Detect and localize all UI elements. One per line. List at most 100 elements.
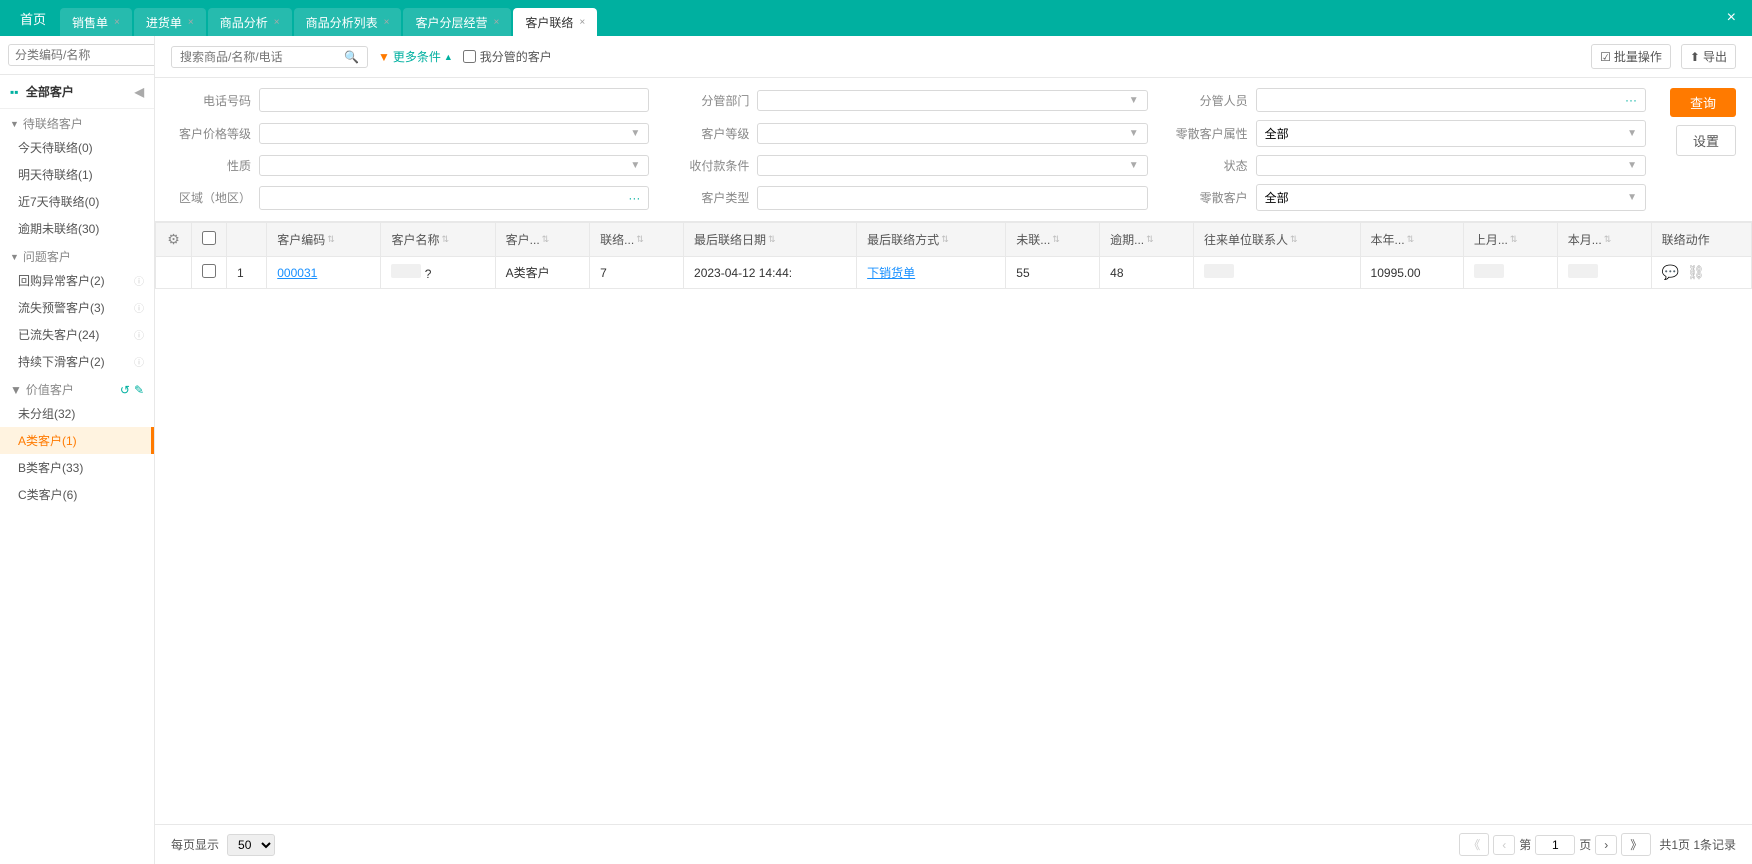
nav-tab-purchase-close[interactable]: ×: [188, 17, 194, 28]
th-name[interactable]: 客户名称 ⇅: [381, 223, 495, 257]
content-area: 🔍 ▼ 更多条件 ▲ 我分管的客户 ☑ 批量操作 ⬆ 导出: [155, 36, 1752, 864]
adv-filter-region-dots[interactable]: ···: [628, 191, 640, 205]
td-last-method[interactable]: 下销货单: [857, 257, 1006, 289]
nav-tab-analysis-list[interactable]: 商品分析列表 ×: [294, 8, 402, 36]
th-code[interactable]: 客户编码 ⇅: [267, 223, 381, 257]
td-name-text: ?: [425, 267, 432, 281]
filter-my-customers[interactable]: 我分管的客户: [463, 48, 552, 65]
adv-filter-price-level-select[interactable]: ▼: [259, 123, 649, 144]
sidebar-item-class-c[interactable]: C类客户(6): [0, 481, 154, 508]
export-btn[interactable]: ⬆ 导出: [1681, 44, 1736, 69]
filter-more-btn[interactable]: ▼ 更多条件 ▲: [378, 48, 453, 65]
sidebar-item-declining[interactable]: 持续下滑客户(2) ⓘ: [0, 348, 154, 375]
sidebar-item-7days[interactable]: 近7天待联络(0): [0, 188, 154, 215]
sidebar-item-today[interactable]: 今天待联络(0): [0, 134, 154, 161]
footer-page-input[interactable]: [1535, 835, 1575, 855]
filter-my-customers-label: 我分管的客户: [480, 48, 552, 65]
sidebar-all-customers[interactable]: ▪▪ 全部客户 ◀: [0, 75, 154, 109]
td-action: 💬 ⛓: [1651, 257, 1751, 289]
nav-close-all[interactable]: ×: [1719, 5, 1744, 31]
th-uncontacted[interactable]: 未联... ⇅: [1006, 223, 1100, 257]
th-this-year[interactable]: 本年... ⇅: [1360, 223, 1463, 257]
sidebar-value-edit-icon[interactable]: ✎: [134, 383, 144, 397]
nav-tab-sales-close[interactable]: ×: [114, 17, 120, 28]
td-action-link-icon[interactable]: ⛓: [1687, 264, 1705, 281]
footer-last-page-btn[interactable]: 》: [1621, 833, 1651, 856]
th-overdue[interactable]: 逾期... ⇅: [1100, 223, 1194, 257]
th-uncontacted-label: 未联...: [1016, 231, 1050, 248]
adv-filter-type-input[interactable]: [757, 186, 1147, 210]
adv-filter-status-select[interactable]: ▼: [1256, 155, 1646, 176]
footer-total-label: 页: [1579, 836, 1591, 853]
nav-tab-analysis-list-close[interactable]: ×: [384, 17, 390, 28]
footer-first-page-btn[interactable]: 《: [1459, 833, 1489, 856]
query-btn[interactable]: 查询: [1670, 88, 1736, 117]
th-checkbox[interactable]: [192, 223, 227, 257]
adv-filter-row-3: 性质 ▼ 收付款条件 ▼: [171, 155, 1646, 176]
td-checkbox[interactable]: [192, 257, 227, 289]
sidebar-value-refresh-icon[interactable]: ↺: [120, 383, 130, 397]
td-overdue: 48: [1100, 257, 1194, 289]
filter-search-container: 🔍: [171, 46, 368, 68]
sidebar-item-abnormal[interactable]: 回购异常客户(2) ⓘ: [0, 267, 154, 294]
setting-btn[interactable]: 设置: [1676, 125, 1736, 156]
sidebar-item-tomorrow[interactable]: 明天待联络(1): [0, 161, 154, 188]
filter-search-input[interactable]: [180, 50, 340, 64]
th-last-date-label: 最后联络日期: [694, 231, 766, 248]
nav-tab-customer-contact[interactable]: 客户联络 ×: [513, 8, 597, 36]
sidebar-item-warning[interactable]: 流失预警客户(3) ⓘ: [0, 294, 154, 321]
nav-tab-customer-mgmt-close[interactable]: ×: [493, 17, 499, 28]
td-code-link[interactable]: 000031: [277, 266, 317, 280]
td-action-chat-icon[interactable]: 💬: [1662, 264, 1679, 281]
adv-filter-payment-select[interactable]: ▼: [757, 155, 1147, 176]
adv-filter-dept-select[interactable]: ▼: [757, 90, 1147, 111]
nav-tab-sales[interactable]: 销售单 ×: [60, 8, 132, 36]
th-code-label: 客户编码: [277, 231, 325, 248]
adv-filter-dept: 分管部门 ▼: [669, 90, 1147, 111]
th-last-method[interactable]: 最后联络方式 ⇅: [857, 223, 1006, 257]
sidebar-item-class-a[interactable]: A类客户(1): [0, 427, 154, 454]
footer-prev-page-btn[interactable]: ‹: [1493, 835, 1515, 855]
sidebar-item-lost[interactable]: 已流失客户(24) ⓘ: [0, 321, 154, 348]
footer-next-page-btn[interactable]: ›: [1595, 835, 1617, 855]
filter-chevron-icon: ▲: [444, 52, 453, 62]
batch-op-btn[interactable]: ☑ 批量操作: [1591, 44, 1671, 69]
td-last-method-link[interactable]: 下销货单: [867, 266, 915, 280]
th-unit-contact[interactable]: 往来单位联系人 ⇅: [1194, 223, 1361, 257]
nav-tab-purchase[interactable]: 进货单 ×: [134, 8, 206, 36]
th-this-month[interactable]: 本月... ⇅: [1557, 223, 1651, 257]
th-settings[interactable]: ⚙: [156, 223, 192, 257]
sidebar-item-overdue[interactable]: 逾期未联络(30): [0, 215, 154, 242]
nav-tab-analysis-close[interactable]: ×: [274, 17, 280, 28]
th-checkbox-input[interactable]: [202, 231, 216, 245]
sidebar-item-class-b[interactable]: B类客户(33): [0, 454, 154, 481]
nav-tab-customer-mgmt[interactable]: 客户分层经营 ×: [403, 8, 511, 36]
nav-tab-customer-contact-close[interactable]: ×: [579, 17, 585, 28]
adv-filter-person-dots[interactable]: ···: [1625, 93, 1637, 107]
td-checkbox-input[interactable]: [202, 264, 216, 278]
nav-tab-analysis[interactable]: 商品分析 ×: [208, 8, 292, 36]
adv-filter-retail-attr-select[interactable]: 全部 ▼: [1256, 120, 1646, 147]
adv-filter-customer-level: 客户等级 ▼: [669, 123, 1147, 144]
th-last-date[interactable]: 最后联络日期 ⇅: [684, 223, 857, 257]
filter-my-customers-checkbox[interactable]: [463, 50, 476, 63]
sidebar-item-warning-icon: ⓘ: [134, 300, 144, 315]
th-category[interactable]: 客户... ⇅: [495, 223, 590, 257]
batch-op-label: 批量操作: [1614, 48, 1662, 65]
adv-filter-phone-input[interactable]: [259, 88, 649, 112]
adv-filter-retail-select[interactable]: 全部 ▼: [1256, 184, 1646, 211]
th-last-month[interactable]: 上月... ⇅: [1463, 223, 1557, 257]
settings-gear-icon[interactable]: ⚙: [167, 231, 180, 247]
adv-filter-nature-select[interactable]: ▼: [259, 155, 649, 176]
td-code[interactable]: 000031: [267, 257, 381, 289]
th-contact[interactable]: 联络... ⇅: [590, 223, 684, 257]
adv-filter-customer-level-label: 客户等级: [669, 125, 749, 142]
footer-per-page-select[interactable]: 50: [227, 834, 275, 856]
sidebar-item-unclassified[interactable]: 未分组(32): [0, 400, 154, 427]
nav-home[interactable]: 首页: [8, 0, 58, 36]
filter-search-icon[interactable]: 🔍: [344, 50, 359, 64]
sidebar-item-unclassified-label: 未分组(32): [18, 405, 144, 422]
adv-filter-customer-level-select[interactable]: ▼: [757, 123, 1147, 144]
adv-filter-type: 客户类型: [669, 186, 1147, 210]
sidebar-search-input[interactable]: [8, 44, 155, 66]
